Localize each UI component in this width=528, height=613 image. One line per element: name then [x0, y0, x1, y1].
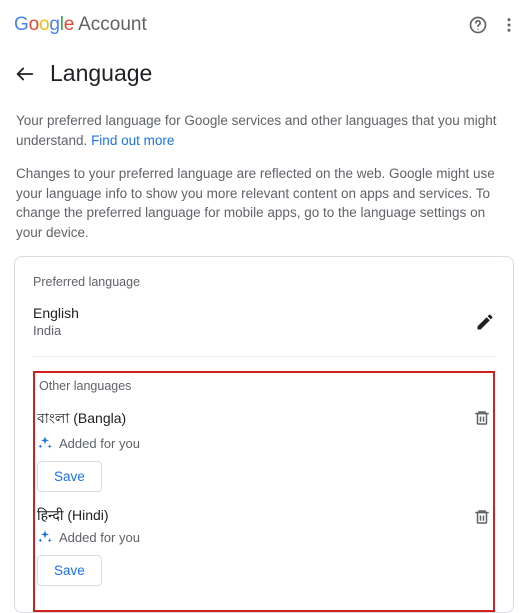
preferred-language-name: English — [33, 305, 79, 321]
preferred-section-label: Preferred language — [33, 275, 495, 289]
other-language-name: বাংলা (Bangla) — [37, 407, 140, 431]
help-icon[interactable] — [468, 15, 488, 35]
save-button[interactable]: Save — [37, 461, 102, 492]
added-for-you-row: Added for you — [37, 529, 140, 545]
other-languages-highlight: Other languages বাংলা (Bangla) Added for… — [33, 371, 495, 612]
preferred-language-region: India — [33, 323, 79, 338]
topbar: Google Account — [0, 0, 528, 36]
added-for-you-row: Added for you — [37, 435, 140, 451]
other-section-label: Other languages — [39, 379, 491, 393]
save-button[interactable]: Save — [37, 555, 102, 586]
edit-icon[interactable] — [475, 312, 495, 332]
other-language-item: हिन्दी (Hindi) Added for you Save — [37, 506, 491, 586]
added-for-you-label: Added for you — [59, 530, 140, 545]
more-vert-icon[interactable] — [500, 16, 518, 34]
sparkle-icon — [37, 529, 53, 545]
delete-icon[interactable] — [473, 409, 491, 427]
page-header: Language — [0, 36, 528, 93]
intro-p2: Changes to your preferred language are r… — [16, 164, 512, 242]
find-out-more-link[interactable]: Find out more — [91, 133, 174, 148]
delete-icon[interactable] — [473, 508, 491, 526]
page-title: Language — [50, 60, 152, 87]
intro-p1: Your preferred language for Google servi… — [16, 113, 497, 148]
preferred-language-row: English India — [33, 305, 495, 357]
sparkle-icon — [37, 435, 53, 451]
brand-account-label: Account — [78, 14, 147, 36]
brand: Google Account — [14, 14, 147, 36]
back-arrow-icon[interactable] — [14, 63, 36, 85]
other-language-name: हिन्दी (Hindi) — [37, 506, 140, 525]
other-language-item: বাংলা (Bangla) Added for you Save — [37, 407, 491, 492]
intro-text: Your preferred language for Google servi… — [0, 93, 528, 242]
google-logo: Google — [14, 14, 74, 36]
added-for-you-label: Added for you — [59, 436, 140, 451]
topbar-actions — [468, 15, 518, 35]
